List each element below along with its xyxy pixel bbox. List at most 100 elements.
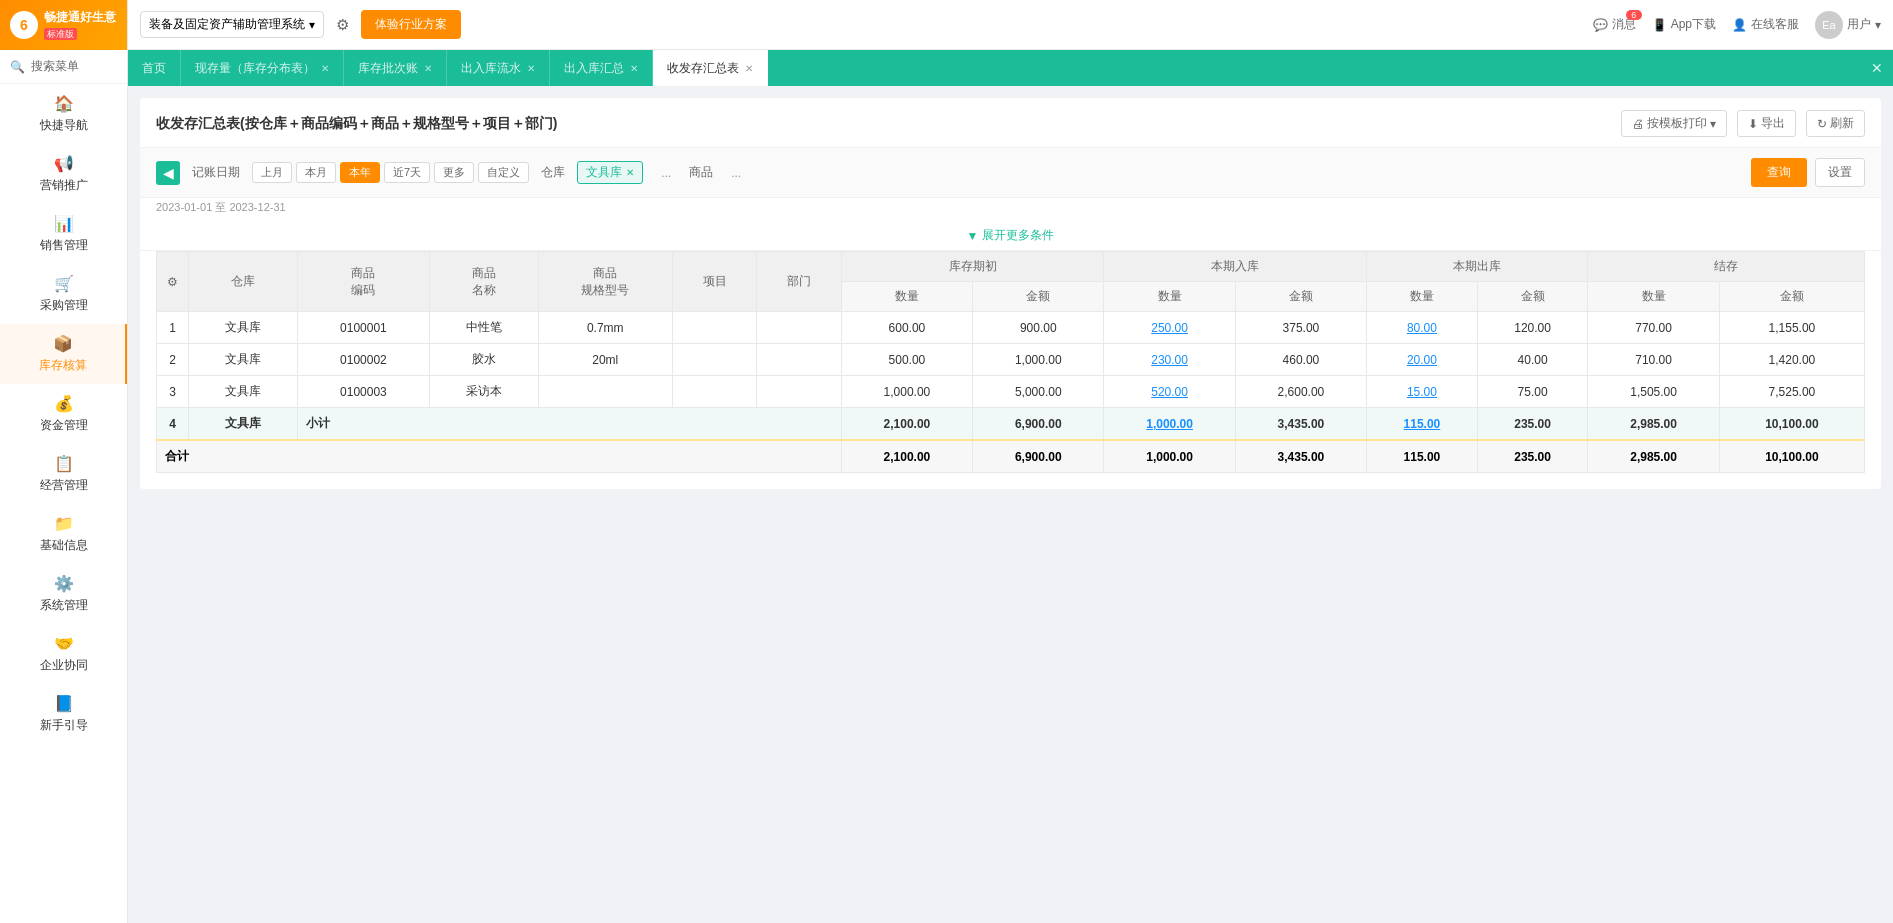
warehouse-more-dots[interactable]: ... bbox=[655, 166, 677, 180]
tab-close-all[interactable]: ✕ bbox=[1861, 50, 1893, 86]
row-spec: 20ml bbox=[538, 344, 672, 376]
expand-icon: ▼ bbox=[967, 229, 979, 243]
system-selector[interactable]: 装备及固定资产辅助管理系统 ▾ bbox=[140, 11, 324, 38]
row-out-qty[interactable]: 15.00 bbox=[1367, 376, 1478, 408]
row-open-qty: 600.00 bbox=[841, 312, 972, 344]
subtotal-in-amt: 3,435.00 bbox=[1235, 408, 1366, 441]
online-service-btn[interactable]: 👤 在线客服 bbox=[1732, 16, 1799, 33]
sidebar-item-inventory[interactable]: 📦 库存核算 bbox=[0, 324, 127, 384]
row-name: 采访本 bbox=[429, 376, 538, 408]
query-btn[interactable]: 查询 bbox=[1751, 158, 1807, 187]
row-spec: 0.7mm bbox=[538, 312, 672, 344]
sidebar: 6 畅捷通好生意 标准版 🔍 搜索菜单 🏠 快捷导航 📢 营销推广 📊 销售管理… bbox=[0, 0, 128, 923]
filter-collapse-btn[interactable]: ◀ bbox=[156, 161, 180, 185]
sidebar-search[interactable]: 🔍 搜索菜单 bbox=[0, 50, 127, 84]
table-settings-icon-header[interactable]: ⚙ bbox=[157, 252, 189, 312]
date-btn-custom[interactable]: 自定义 bbox=[478, 162, 529, 183]
finance-icon: 💰 bbox=[54, 394, 74, 413]
tab-recv-send[interactable]: 收发存汇总表 ✕ bbox=[653, 50, 768, 86]
col-header-outbound: 本期出库 bbox=[1367, 252, 1588, 282]
export-icon: ⬇ bbox=[1748, 117, 1758, 131]
purchase-icon: 🛒 bbox=[54, 274, 74, 293]
subtotal-out-qty[interactable]: 115.00 bbox=[1367, 408, 1478, 441]
sidebar-item-guide[interactable]: 📘 新手引导 bbox=[0, 684, 127, 744]
expand-conditions-btn[interactable]: ▼ 展开更多条件 bbox=[967, 227, 1055, 244]
subtotal-open-qty: 2,100.00 bbox=[841, 408, 972, 441]
table-settings-btn[interactable]: 设置 bbox=[1815, 158, 1865, 187]
total-in-qty: 1,000.00 bbox=[1104, 440, 1235, 473]
goods-more-dots[interactable]: ... bbox=[725, 166, 747, 180]
warehouse-tag-close[interactable]: ✕ bbox=[626, 167, 634, 178]
date-btn-more[interactable]: 更多 bbox=[434, 162, 474, 183]
tab-flow[interactable]: 出入库流水 ✕ bbox=[447, 50, 550, 86]
refresh-btn[interactable]: ↻ 刷新 bbox=[1806, 110, 1865, 137]
row-in-amt: 2,600.00 bbox=[1235, 376, 1366, 408]
total-bal-amt: 10,100.00 bbox=[1719, 440, 1864, 473]
date-btn-7days[interactable]: 近7天 bbox=[384, 162, 430, 183]
date-btn-this-year[interactable]: 本年 bbox=[340, 162, 380, 183]
page-card: 收发存汇总表(按仓库＋商品编码＋商品＋规格型号＋项目＋部门) 🖨 按模板打印 ▾… bbox=[140, 98, 1881, 489]
date-btn-last-month[interactable]: 上月 bbox=[252, 162, 292, 183]
sidebar-system-label: 系统管理 bbox=[40, 597, 88, 614]
sidebar-item-operations[interactable]: 📋 经营管理 bbox=[0, 444, 127, 504]
sidebar-item-basic[interactable]: 📁 基础信息 bbox=[0, 504, 127, 564]
table-row: 2 文具库 0100002 胶水 20ml 500.00 1,000.00 23… bbox=[157, 344, 1865, 376]
total-out-amt: 235.00 bbox=[1477, 440, 1588, 473]
row-in-qty[interactable]: 230.00 bbox=[1104, 344, 1235, 376]
tab-home[interactable]: 首页 bbox=[128, 50, 181, 86]
row-out-amt: 120.00 bbox=[1477, 312, 1588, 344]
export-btn[interactable]: ⬇ 导出 bbox=[1737, 110, 1796, 137]
tab-close-batch[interactable]: ✕ bbox=[424, 63, 432, 74]
messages-btn[interactable]: 💬 消息 6 bbox=[1593, 16, 1636, 33]
tab-close-summary[interactable]: ✕ bbox=[630, 63, 638, 74]
tab-stock-dist[interactable]: 现存量（库存分布表） ✕ bbox=[181, 50, 344, 86]
chevron-down-icon: ▾ bbox=[309, 18, 315, 32]
subtotal-bal-qty: 2,985.00 bbox=[1588, 408, 1719, 441]
total-open-qty: 2,100.00 bbox=[841, 440, 972, 473]
row-out-amt: 40.00 bbox=[1477, 344, 1588, 376]
app-download-btn[interactable]: 📱 App下载 bbox=[1652, 16, 1716, 33]
tab-close-stock-dist[interactable]: ✕ bbox=[321, 63, 329, 74]
subtotal-warehouse: 文具库 bbox=[189, 408, 298, 441]
row-in-amt: 460.00 bbox=[1235, 344, 1366, 376]
row-in-qty[interactable]: 520.00 bbox=[1104, 376, 1235, 408]
tab-close-flow[interactable]: ✕ bbox=[527, 63, 535, 74]
inventory-icon: 📦 bbox=[53, 334, 73, 353]
date-btn-this-month[interactable]: 本月 bbox=[296, 162, 336, 183]
row-out-qty[interactable]: 20.00 bbox=[1367, 344, 1478, 376]
tab-batch[interactable]: 库存批次账 ✕ bbox=[344, 50, 447, 86]
refresh-icon: ↻ bbox=[1817, 117, 1827, 131]
sidebar-purchase-label: 采购管理 bbox=[40, 297, 88, 314]
sidebar-item-quicknav[interactable]: 🏠 快捷导航 bbox=[0, 84, 127, 144]
warehouse-tag-text: 文具库 bbox=[586, 164, 622, 181]
print-btn[interactable]: 🖨 按模板打印 ▾ bbox=[1621, 110, 1727, 137]
sidebar-marketing-label: 营销推广 bbox=[40, 177, 88, 194]
tab-summary[interactable]: 出入库汇总 ✕ bbox=[550, 50, 653, 86]
trial-button[interactable]: 体验行业方案 bbox=[361, 10, 461, 39]
sidebar-item-finance[interactable]: 💰 资金管理 bbox=[0, 384, 127, 444]
service-icon: 👤 bbox=[1732, 18, 1747, 32]
gear-icon[interactable]: ⚙ bbox=[336, 16, 349, 34]
row-bal-qty: 770.00 bbox=[1588, 312, 1719, 344]
tab-close-recv-send[interactable]: ✕ bbox=[745, 63, 753, 74]
subtotal-row: 4 文具库 小计 2,100.00 6,900.00 1,000.00 3,43… bbox=[157, 408, 1865, 441]
date-buttons: 上月 本月 本年 近7天 更多 自定义 bbox=[252, 162, 529, 183]
sidebar-item-sales[interactable]: 📊 销售管理 bbox=[0, 204, 127, 264]
sidebar-item-purchase[interactable]: 🛒 采购管理 bbox=[0, 264, 127, 324]
row-out-qty[interactable]: 80.00 bbox=[1367, 312, 1478, 344]
sidebar-item-collab[interactable]: 🤝 企业协同 bbox=[0, 624, 127, 684]
data-table: ⚙ 仓库 商品编码 商品名称 商品规格型号 项目 部门 库存期初 本期入库 本期… bbox=[156, 251, 1865, 473]
sidebar-finance-label: 资金管理 bbox=[40, 417, 88, 434]
row-in-qty[interactable]: 250.00 bbox=[1104, 312, 1235, 344]
user-menu[interactable]: Ea 用户 ▾ bbox=[1815, 11, 1881, 39]
page-title: 收发存汇总表(按仓库＋商品编码＋商品＋规格型号＋项目＋部门) bbox=[156, 115, 557, 133]
sub-header-bal-amt: 金额 bbox=[1719, 282, 1864, 312]
subtotal-in-qty[interactable]: 1,000.00 bbox=[1104, 408, 1235, 441]
sidebar-item-system[interactable]: ⚙️ 系统管理 bbox=[0, 564, 127, 624]
row-bal-amt: 7,525.00 bbox=[1719, 376, 1864, 408]
tab-recv-send-label: 收发存汇总表 bbox=[667, 60, 739, 77]
date-filter-label: 记账日期 bbox=[192, 164, 240, 181]
sidebar-item-marketing[interactable]: 📢 营销推广 bbox=[0, 144, 127, 204]
col-header-spec: 商品规格型号 bbox=[538, 252, 672, 312]
content-area: 收发存汇总表(按仓库＋商品编码＋商品＋规格型号＋项目＋部门) 🖨 按模板打印 ▾… bbox=[128, 86, 1893, 923]
